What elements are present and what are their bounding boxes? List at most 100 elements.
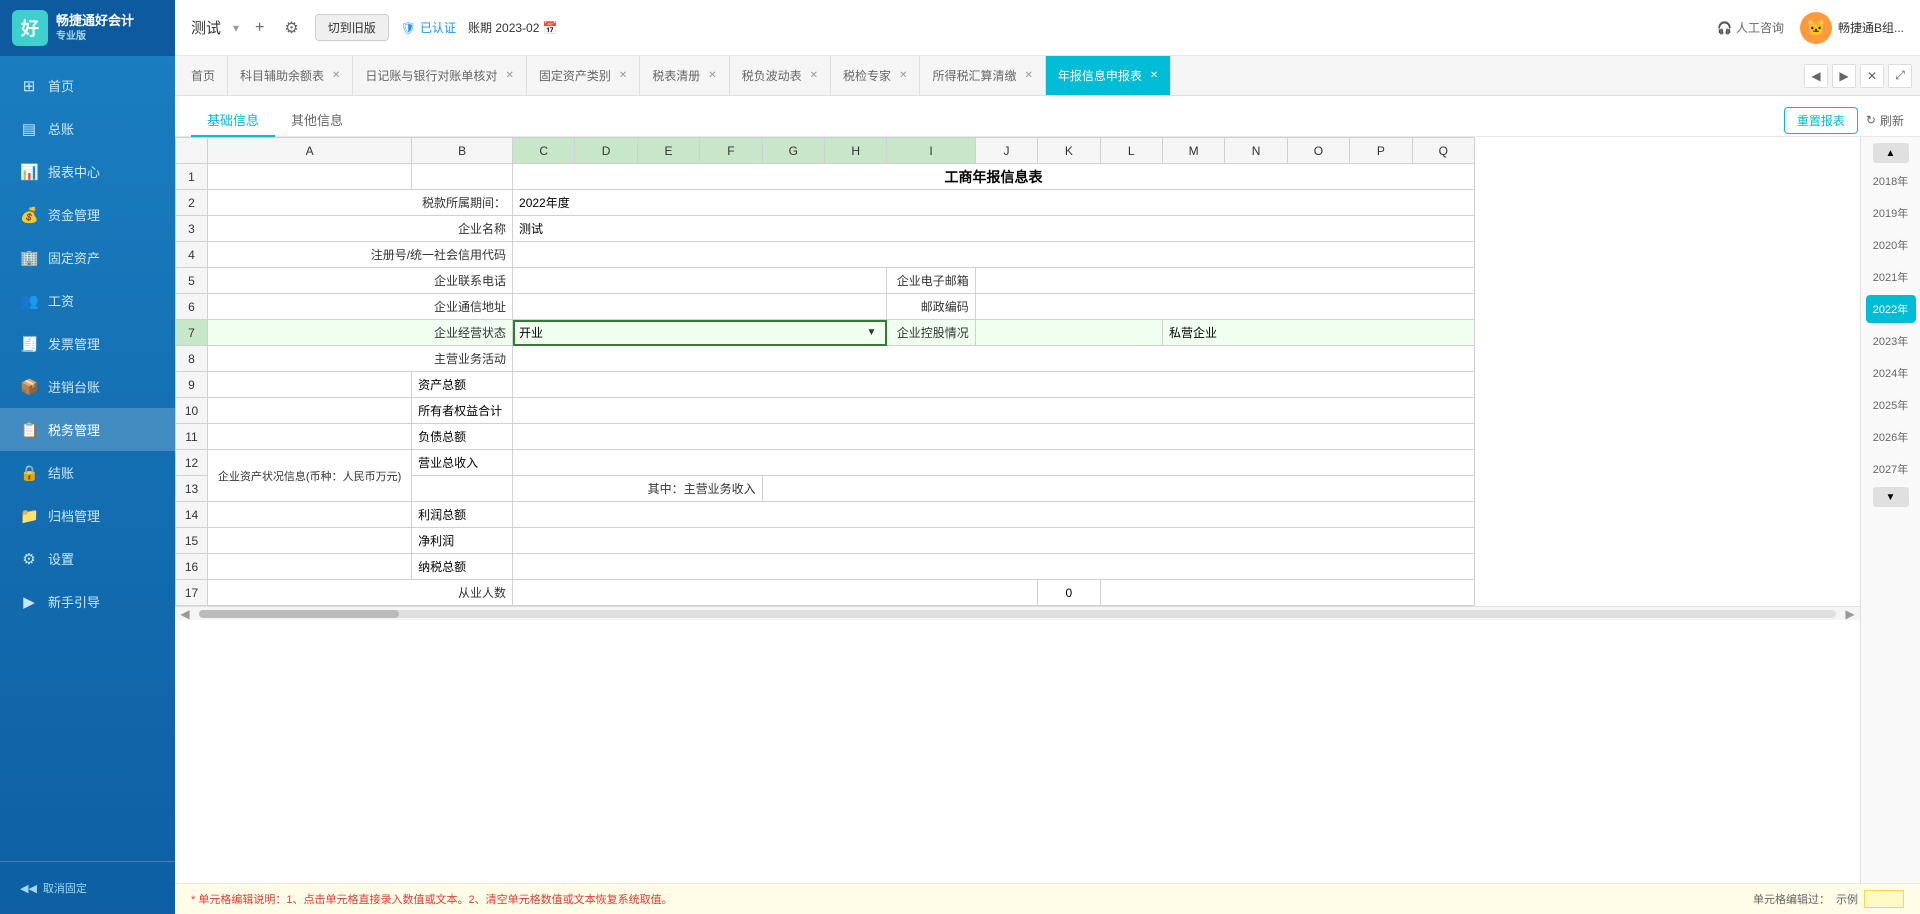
tab-tax-inspection[interactable]: 税检专家 ✕ xyxy=(831,56,920,96)
tab-income-tax[interactable]: 所得税汇算清缴 ✕ xyxy=(920,56,1045,96)
scroll-right-icon[interactable]: ▶ xyxy=(1840,607,1860,621)
cell-b15[interactable]: 净利润 xyxy=(412,528,513,554)
cell-address-value[interactable] xyxy=(513,294,887,320)
cell-total-assets[interactable] xyxy=(513,372,1475,398)
biz-status-dropdown[interactable]: 开业 注销 吊销 迁出 撤销 xyxy=(519,326,880,340)
cell-b14[interactable]: 利润总额 xyxy=(412,502,513,528)
col-header-m[interactable]: M xyxy=(1162,138,1224,164)
year-item-2019[interactable]: 2019年 xyxy=(1866,199,1916,227)
cell-phone-value[interactable] xyxy=(513,268,887,294)
sidebar-item-report-center[interactable]: 📊 报表中心 xyxy=(0,150,175,193)
col-header-h[interactable]: H xyxy=(824,138,886,164)
cell-email-value[interactable] xyxy=(975,268,1474,294)
add-button[interactable]: + xyxy=(251,15,268,41)
cell-label-company[interactable]: 企业名称 xyxy=(208,216,513,242)
cell-net-profit[interactable] xyxy=(513,528,1475,554)
sidebar-item-settings[interactable]: ⚙ 设置 xyxy=(0,537,175,580)
cell-private-enterprise[interactable]: 私营企业 xyxy=(1162,320,1474,346)
cell-liabilities-total[interactable] xyxy=(513,424,1475,450)
gear-icon[interactable]: ⚙ xyxy=(280,14,302,42)
tab-close-button[interactable]: ✕ xyxy=(1860,64,1884,88)
sidebar-item-tax[interactable]: 📋 税务管理 xyxy=(0,408,175,451)
col-header-p[interactable]: P xyxy=(1350,138,1412,164)
tab-tax-list[interactable]: 税表清册 ✕ xyxy=(640,56,729,96)
sidebar-item-fund-management[interactable]: 💰 资金管理 xyxy=(0,193,175,236)
cell-b9[interactable]: 资产总额 xyxy=(412,372,513,398)
tab-expand-button[interactable]: ⤢ xyxy=(1888,64,1912,88)
cell-total-revenue[interactable] xyxy=(513,450,1475,476)
cell-a11[interactable] xyxy=(208,424,412,450)
cell-a15[interactable] xyxy=(208,528,412,554)
col-header-f[interactable]: F xyxy=(700,138,762,164)
cell-employees-num[interactable]: 0 xyxy=(1038,580,1100,606)
year-scroll-down-button[interactable]: ▼ xyxy=(1873,487,1909,507)
cell-label-period[interactable]: 税款所属期间： xyxy=(208,190,513,216)
cell-label-reg[interactable]: 注册号/统一社会信用代码 xyxy=(208,242,513,268)
year-item-2023[interactable]: 2023年 xyxy=(1866,327,1916,355)
user-menu[interactable]: 🐱 畅捷通B组... xyxy=(1800,12,1904,44)
sidebar-item-general-ledger[interactable]: ▤ 总账 xyxy=(0,107,175,150)
tab-home[interactable]: 首页 xyxy=(183,56,228,96)
cell-reg-value[interactable] xyxy=(513,242,1475,268)
close-icon[interactable]: ✕ xyxy=(810,70,818,81)
close-icon[interactable]: ✕ xyxy=(619,70,627,81)
cell-equity-total[interactable] xyxy=(513,398,1475,424)
col-header-l[interactable]: L xyxy=(1100,138,1162,164)
sub-tab-other-info[interactable]: 其他信息 xyxy=(275,104,359,137)
tab-journal-bank[interactable]: 日记账与银行对账单核对 ✕ xyxy=(353,56,526,96)
col-header-c[interactable]: C xyxy=(513,138,575,164)
tab-tax-fluctuation[interactable]: 税负波动表 ✕ xyxy=(730,56,831,96)
cell-main-revenue-value[interactable] xyxy=(762,476,1474,502)
tab-next-button[interactable]: ▶ xyxy=(1832,64,1856,88)
reset-report-button[interactable]: 重置报表 xyxy=(1784,107,1858,134)
cell-employees-extra[interactable] xyxy=(1100,580,1474,606)
close-icon[interactable]: ✕ xyxy=(332,70,340,81)
col-header-q[interactable]: Q xyxy=(1412,138,1474,164)
cell-label-control[interactable]: 企业控股情况 xyxy=(887,320,975,346)
col-header-d[interactable]: D xyxy=(575,138,637,164)
cell-b16[interactable]: 纳税总额 xyxy=(412,554,513,580)
cell-label-main-biz[interactable]: 主营业务活动 xyxy=(208,346,513,372)
spreadsheet-main[interactable]: A B C D E F G H I J K L M N O xyxy=(175,137,1860,883)
sidebar-item-fixed-assets[interactable]: 🏢 固定资产 xyxy=(0,236,175,279)
cell-total-tax[interactable] xyxy=(513,554,1475,580)
tab-annual-report[interactable]: 年报信息申报表 ✕ xyxy=(1046,56,1171,96)
year-item-2022[interactable]: 2022年 xyxy=(1866,295,1916,323)
chevron-down-icon[interactable]: ▾ xyxy=(233,21,239,35)
cell-control-value[interactable] xyxy=(975,320,1162,346)
year-scroll-up-button[interactable]: ▲ xyxy=(1873,143,1909,163)
cell-period-value[interactable]: 2022年度 xyxy=(513,190,1475,216)
cell-b12[interactable]: 营业总收入 xyxy=(412,450,513,476)
cell-a1[interactable] xyxy=(208,164,412,190)
cell-label-email[interactable]: 企业电子邮箱 xyxy=(887,268,975,294)
refresh-button[interactable]: ↻ 刷新 xyxy=(1866,112,1904,129)
cell-main-biz-value[interactable] xyxy=(513,346,1475,372)
col-header-b[interactable]: B xyxy=(412,138,513,164)
cell-biz-status-value[interactable]: 开业 注销 吊销 迁出 撤销 ▼ xyxy=(513,320,887,346)
year-item-2020[interactable]: 2020年 xyxy=(1866,231,1916,259)
cell-a14[interactable] xyxy=(208,502,412,528)
year-item-2026[interactable]: 2026年 xyxy=(1866,423,1916,451)
sidebar-item-payroll[interactable]: 👥 工资 xyxy=(0,279,175,322)
cell-label-postal[interactable]: 邮政编码 xyxy=(887,294,975,320)
col-header-o[interactable]: O xyxy=(1287,138,1349,164)
cell-company-value[interactable]: 测试 xyxy=(513,216,1475,242)
sub-tab-basic-info[interactable]: 基础信息 xyxy=(191,104,275,137)
old-version-button[interactable]: 切到旧版 xyxy=(315,14,389,41)
sidebar-item-invoice[interactable]: 🧾 发票管理 xyxy=(0,322,175,365)
tab-subject-balance[interactable]: 科目辅助余额表 ✕ xyxy=(228,56,353,96)
cell-label-employees[interactable]: 从业人数 xyxy=(208,580,513,606)
col-header-a[interactable]: A xyxy=(208,138,412,164)
year-item-2027[interactable]: 2027年 xyxy=(1866,455,1916,483)
cell-b1[interactable] xyxy=(412,164,513,190)
year-item-2021[interactable]: 2021年 xyxy=(1866,263,1916,291)
year-item-2024[interactable]: 2024年 xyxy=(1866,359,1916,387)
service-button[interactable]: 🎧 人工咨询 xyxy=(1717,19,1784,36)
unfix-button[interactable]: ◀◀ 取消固定 xyxy=(0,872,175,904)
horizontal-scrollbar[interactable]: ◀ ▶ xyxy=(175,606,1860,620)
close-icon[interactable]: ✕ xyxy=(1150,70,1158,81)
cell-label-address[interactable]: 企业通信地址 xyxy=(208,294,513,320)
col-header-k[interactable]: K xyxy=(1038,138,1100,164)
cell-b10[interactable]: 所有者权益合计 xyxy=(412,398,513,424)
cell-total-profit[interactable] xyxy=(513,502,1475,528)
